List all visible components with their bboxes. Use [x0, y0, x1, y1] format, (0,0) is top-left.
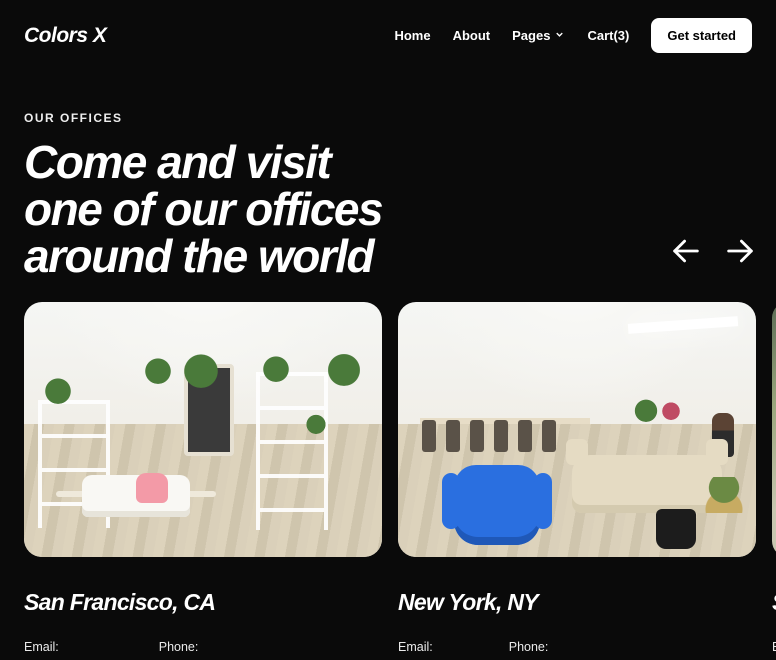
office-email: Er — [772, 640, 776, 660]
office-card-sf[interactable]: San Francisco, CA Email: Phone: — [24, 302, 382, 660]
office-image-sf — [24, 302, 382, 557]
office-phone: Phone: — [509, 640, 549, 660]
headline-line-2: one of our offices — [24, 183, 382, 235]
nav-links: Home About Pages Cart(3) Get started — [394, 18, 752, 53]
office-info-row: Email: Phone: — [398, 640, 756, 660]
nav-about[interactable]: About — [453, 28, 491, 43]
nav-pages-label: Pages — [512, 28, 550, 43]
logo[interactable]: Colors X — [24, 24, 106, 48]
office-phone: Phone: — [159, 640, 199, 660]
nav-pages[interactable]: Pages — [512, 28, 565, 43]
nav-home[interactable]: Home — [394, 28, 430, 43]
eyebrow: OUR OFFICES — [24, 111, 752, 125]
office-title: S — [772, 589, 776, 616]
office-image-ny — [398, 302, 756, 557]
carousel-arrows — [666, 234, 760, 274]
office-title: San Francisco, CA — [24, 589, 382, 616]
office-card-ny[interactable]: New York, NY Email: Phone: — [398, 302, 756, 660]
office-info-row: Er — [772, 640, 776, 660]
top-nav: Colors X Home About Pages Cart(3) Get st… — [0, 0, 776, 71]
arrow-left-icon — [669, 234, 703, 273]
carousel-prev-button[interactable] — [666, 234, 706, 274]
office-card-peek[interactable]: S Er — [772, 302, 776, 660]
headline-line-1: Come and visit — [24, 136, 330, 188]
headline: Come and visit one of our offices around… — [24, 139, 504, 280]
headline-line-3: around the world — [24, 230, 373, 282]
carousel-next-button[interactable] — [720, 234, 760, 274]
nav-cart[interactable]: Cart(3) — [587, 28, 629, 43]
chevron-down-icon — [554, 28, 565, 43]
hero-section: OUR OFFICES Come and visit one of our of… — [0, 71, 776, 280]
arrow-right-icon — [723, 234, 757, 273]
office-info-row: Email: Phone: — [24, 640, 382, 660]
office-cards: San Francisco, CA Email: Phone: — [0, 280, 776, 660]
office-title: New York, NY — [398, 589, 756, 616]
office-email: Email: — [24, 640, 59, 660]
office-email: Email: — [398, 640, 433, 660]
office-image-peek — [772, 302, 776, 557]
get-started-button[interactable]: Get started — [651, 18, 752, 53]
